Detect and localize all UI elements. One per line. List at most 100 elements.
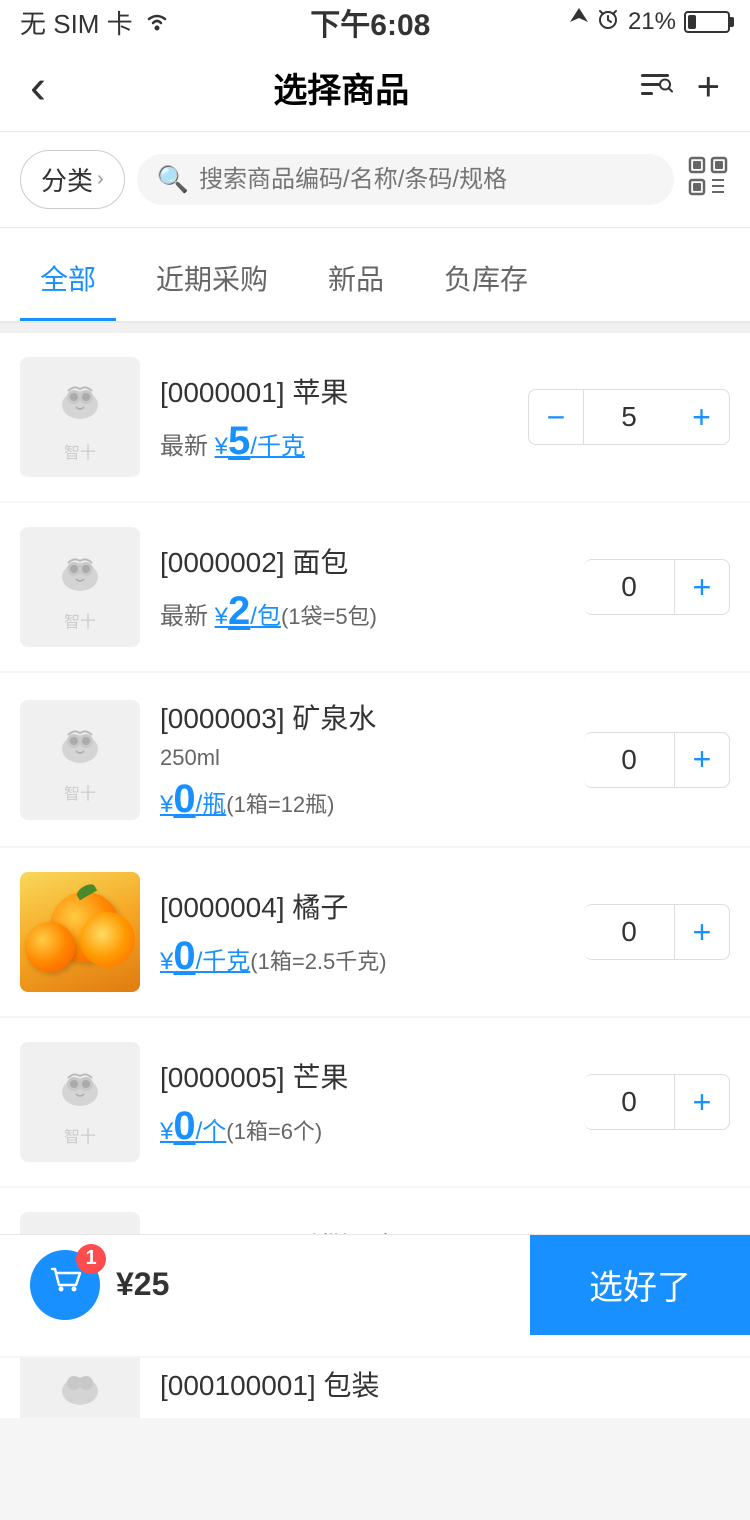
price-sub: (1箱=6个) — [226, 1119, 322, 1144]
quantity-input[interactable] — [584, 1074, 674, 1130]
list-item: 智十 [0000002] 面包 最新 ¥2/包(1袋=5包) + — [0, 503, 750, 671]
quantity-plus-button[interactable]: + — [674, 732, 730, 788]
battery-icon — [684, 11, 730, 33]
price-number: 5 — [228, 419, 250, 463]
bottom-spacer — [0, 1420, 750, 1520]
product-price: 最新 ¥5/千克 — [160, 419, 508, 464]
nav-left: ‹ — [30, 60, 46, 115]
price-unit: /千克 — [196, 948, 251, 975]
quantity-plus-button[interactable]: + — [674, 389, 730, 445]
product-image-0000003: 智十 — [20, 700, 140, 820]
product-price: 最新 ¥2/包(1袋=5包) — [160, 589, 564, 634]
nav-right: + — [637, 65, 720, 110]
price-unit: /瓶 — [196, 791, 227, 818]
quantity-input[interactable] — [584, 389, 674, 445]
status-bar: 无 SIM 卡 下午6:08 21% — [0, 0, 750, 44]
list-item: [0000004] 橘子 ¥0/千克(1箱=2.5千克) + — [0, 848, 750, 1016]
category-label: 分类 — [41, 161, 93, 198]
currency-icon: ¥ — [215, 603, 228, 630]
brand-text: 智十 — [64, 608, 96, 632]
price-label: 最新 — [160, 603, 215, 630]
brand-text: 智十 — [64, 1123, 96, 1147]
bottom-bar: 1 ¥25 选好了 — [0, 1234, 750, 1334]
quantity-control-0000001: − + — [528, 389, 730, 445]
carrier-text: 无 SIM 卡 — [20, 4, 133, 41]
product-image-000100001 — [20, 1358, 140, 1418]
cart-section: 1 ¥25 — [0, 1250, 530, 1320]
confirm-button[interactable]: 选好了 — [530, 1235, 750, 1335]
status-right: 21% — [570, 7, 730, 38]
product-info-0000005: [0000005] 芒果 ¥0/个(1箱=6个) — [160, 1056, 564, 1149]
search-input[interactable] — [199, 166, 654, 194]
wifi-icon — [143, 7, 171, 38]
alarm-icon — [596, 7, 620, 38]
tab-negative[interactable]: 负库存 — [424, 248, 548, 321]
status-left: 无 SIM 卡 — [20, 4, 171, 41]
add-button[interactable]: + — [697, 65, 720, 110]
tab-recent[interactable]: 近期采购 — [136, 248, 288, 321]
owl-icon — [52, 1358, 108, 1418]
quantity-plus-button[interactable]: + — [674, 904, 730, 960]
search-icon: 🔍 — [157, 164, 189, 195]
location-icon — [570, 8, 588, 37]
separator — [0, 323, 750, 333]
product-info-000100001: [000100001] 包装 — [160, 1364, 730, 1412]
battery-percent: 21% — [628, 8, 676, 36]
product-image-0000005: 智十 — [20, 1042, 140, 1162]
quantity-plus-button[interactable]: + — [674, 559, 730, 615]
quantity-control-0000005: + — [584, 1074, 730, 1130]
cart-total: ¥25 — [116, 1266, 169, 1303]
currency-icon: ¥ — [215, 433, 228, 460]
category-button[interactable]: 分类 › — [20, 150, 125, 209]
product-name: [0000001] 苹果 — [160, 371, 508, 411]
list-item: 智十 [0000005] 芒果 ¥0/个(1箱=6个) + — [0, 1018, 750, 1186]
price-unit: /个 — [196, 1118, 227, 1145]
product-name: [0000005] 芒果 — [160, 1056, 564, 1096]
price-number: 0 — [173, 934, 195, 978]
owl-icon — [52, 715, 108, 778]
quantity-control-0000004: + — [584, 904, 730, 960]
price-sub: (1箱=12瓶) — [226, 792, 334, 817]
currency-icon: ¥ — [160, 948, 173, 975]
product-info-0000003: [0000003] 矿泉水 250ml ¥0/瓶(1箱=12瓶) — [160, 697, 564, 822]
tab-new[interactable]: 新品 — [308, 248, 404, 321]
product-name: [0000003] 矿泉水 — [160, 697, 564, 737]
product-info-0000002: [0000002] 面包 最新 ¥2/包(1袋=5包) — [160, 541, 564, 634]
owl-icon — [52, 371, 108, 437]
quantity-input[interactable] — [584, 732, 674, 788]
product-price: ¥0/瓶(1箱=12瓶) — [160, 777, 564, 822]
quantity-input[interactable] — [584, 904, 674, 960]
orange-half — [80, 912, 135, 967]
price-sub: (1箱=2.5千克) — [250, 949, 386, 974]
currency-icon: ¥ — [160, 791, 173, 818]
price-unit: /千克 — [250, 433, 305, 460]
price-number: 0 — [173, 1104, 195, 1148]
list-item: 智十 [0000001] 苹果 最新 ¥5/千克 − + — [0, 333, 750, 501]
cart-badge: 1 — [76, 1244, 106, 1274]
quantity-minus-button[interactable]: − — [528, 389, 584, 445]
product-image-0000002: 智十 — [20, 527, 140, 647]
back-button[interactable]: ‹ — [30, 60, 46, 115]
product-name: [0000002] 面包 — [160, 541, 564, 581]
filter-bar: 分类 › 🔍 — [0, 132, 750, 228]
product-price: ¥0/千克(1箱=2.5千克) — [160, 934, 564, 979]
owl-icon — [52, 1058, 108, 1121]
price-label: 最新 — [160, 433, 215, 460]
product-info-0000004: [0000004] 橘子 ¥0/千克(1箱=2.5千克) — [160, 886, 564, 979]
cart-icon-button[interactable]: 1 — [30, 1250, 100, 1320]
quantity-input[interactable] — [584, 559, 674, 615]
tab-all[interactable]: 全部 — [20, 248, 116, 321]
price-number: 2 — [228, 589, 250, 633]
quantity-plus-button[interactable]: + — [674, 1074, 730, 1130]
currency-icon: ¥ — [160, 1118, 173, 1145]
brand-text: 智十 — [64, 780, 96, 804]
filter-icon[interactable] — [637, 66, 673, 109]
orange-circle2 — [25, 922, 75, 972]
product-name: [0000004] 橘子 — [160, 886, 564, 926]
price-unit: /包 — [250, 603, 281, 630]
product-price: ¥0/个(1箱=6个) — [160, 1104, 564, 1149]
search-input-wrap: 🔍 — [137, 154, 674, 205]
product-name: [000100001] 包装 — [160, 1364, 730, 1404]
scan-icon[interactable] — [686, 154, 730, 205]
list-item: 智十 [0000003] 矿泉水 250ml ¥0/瓶(1箱=12瓶) + — [0, 673, 750, 846]
